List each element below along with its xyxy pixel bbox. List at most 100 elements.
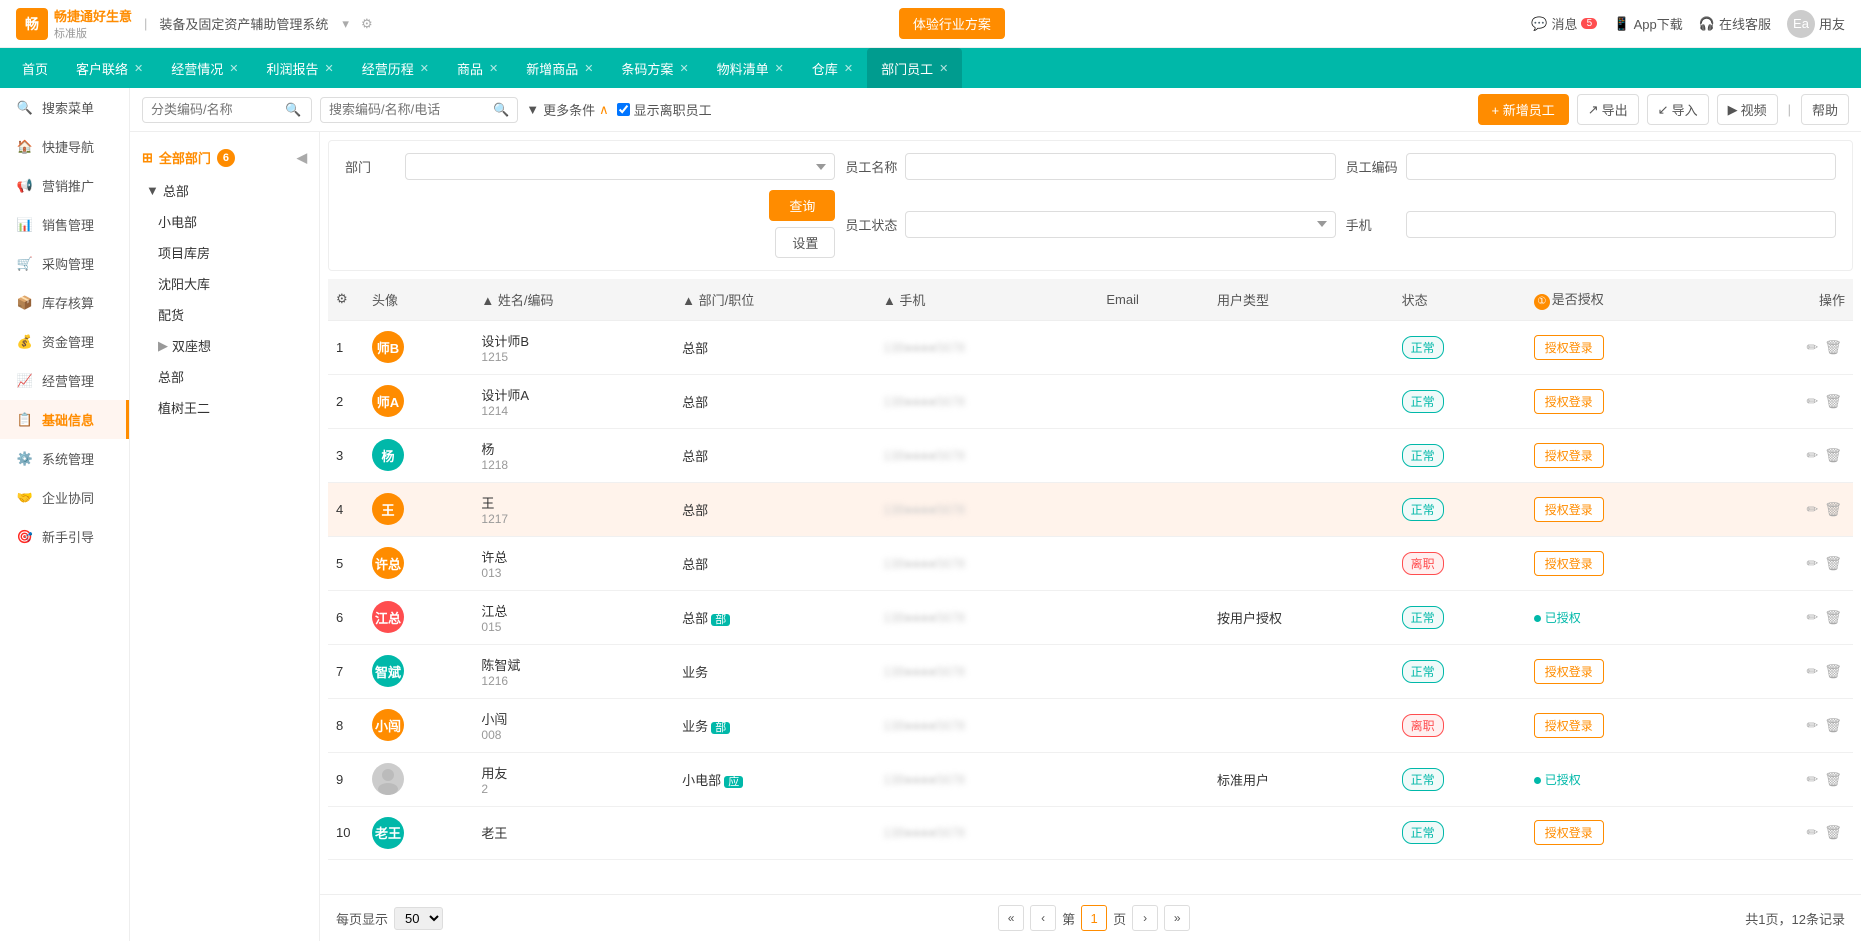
- set-button[interactable]: 设置: [775, 227, 835, 258]
- user-item[interactable]: Ea 用友: [1787, 10, 1845, 38]
- per-page-select[interactable]: 50: [394, 907, 443, 930]
- dept-select[interactable]: [405, 153, 835, 180]
- delete-icon[interactable]: 🗑: [1824, 824, 1842, 840]
- auth-button[interactable]: 授权登录: [1534, 389, 1604, 414]
- name-col[interactable]: ▲ 姓名/编码: [473, 279, 674, 320]
- tab-close-icon[interactable]: ✕: [679, 62, 688, 75]
- prev-page-btn[interactable]: ‹: [1030, 905, 1056, 931]
- phone-input[interactable]: [1406, 211, 1836, 238]
- auth-button[interactable]: 授权登录: [1534, 659, 1604, 684]
- edit-icon[interactable]: ✏: [1806, 501, 1818, 517]
- tab-close-icon[interactable]: ✕: [775, 62, 784, 75]
- edit-icon[interactable]: ✏: [1806, 771, 1818, 787]
- tab-close-icon[interactable]: ✕: [939, 62, 948, 75]
- dept-search-input[interactable]: [151, 102, 281, 117]
- employee-search-input[interactable]: [329, 102, 489, 117]
- empcode-input[interactable]: [1406, 153, 1836, 180]
- dept-tree-peihuo[interactable]: 配货: [130, 299, 319, 330]
- tab-bom[interactable]: 物料清单 ✕: [703, 48, 798, 88]
- add-employee-button[interactable]: + 新增员工: [1478, 94, 1569, 125]
- sidebar-item-sales[interactable]: 📊 销售管理: [0, 205, 129, 244]
- dept-tree-shenyang[interactable]: 沈阳大库: [130, 268, 319, 299]
- empname-input[interactable]: [905, 153, 1335, 180]
- messages-item[interactable]: 💬 消息 5: [1531, 14, 1597, 33]
- row-auth[interactable]: 授权登录: [1526, 482, 1722, 536]
- delete-icon[interactable]: 🗑: [1824, 663, 1842, 679]
- tab-home[interactable]: 首页: [8, 48, 62, 88]
- next-page-btn[interactable]: ›: [1132, 905, 1158, 931]
- auth-button[interactable]: 授权登录: [1534, 820, 1604, 845]
- tab-close-icon[interactable]: ✕: [229, 62, 238, 75]
- delete-icon[interactable]: 🗑: [1824, 717, 1842, 733]
- trial-button[interactable]: 体验行业方案: [899, 8, 1005, 39]
- more-conditions-btn[interactable]: ▼ 更多条件 ∧: [526, 100, 608, 119]
- sidebar-item-search[interactable]: 🔍 搜索菜单: [0, 88, 129, 127]
- tab-customers[interactable]: 客户联络 ✕: [62, 48, 157, 88]
- resigned-check[interactable]: [617, 103, 630, 116]
- row-auth[interactable]: 授权登录: [1526, 536, 1722, 590]
- edit-icon[interactable]: ✏: [1806, 339, 1818, 355]
- dept-tree-zongbu[interactable]: 总部: [130, 361, 319, 392]
- edit-icon[interactable]: ✏: [1806, 824, 1818, 840]
- delete-icon[interactable]: 🗑: [1824, 339, 1842, 355]
- first-page-btn[interactable]: «: [998, 905, 1024, 931]
- settings-icon[interactable]: ⚙: [361, 16, 373, 32]
- sidebar-item-finance[interactable]: 💰 资金管理: [0, 322, 129, 361]
- query-button[interactable]: 查询: [769, 190, 835, 221]
- delete-icon[interactable]: 🗑: [1824, 447, 1842, 463]
- import-button[interactable]: ↙ 导入: [1647, 94, 1709, 125]
- export-button[interactable]: ↗ 导出: [1577, 94, 1639, 125]
- row-auth[interactable]: 授权登录: [1526, 374, 1722, 428]
- tab-operations[interactable]: 经营情况 ✕: [157, 48, 252, 88]
- sidebar-item-collab[interactable]: 🤝 企业协同: [0, 478, 129, 517]
- tab-close-icon[interactable]: ✕: [325, 62, 334, 75]
- tab-profit[interactable]: 利润报告 ✕: [252, 48, 347, 88]
- tab-close-icon[interactable]: ✕: [420, 62, 429, 75]
- last-page-btn[interactable]: »: [1164, 905, 1190, 931]
- app-download-item[interactable]: 📱 App下载: [1613, 14, 1682, 33]
- edit-icon[interactable]: ✏: [1806, 717, 1818, 733]
- tab-goods[interactable]: 商品 ✕: [443, 48, 512, 88]
- edit-icon[interactable]: ✏: [1806, 393, 1818, 409]
- tab-barcode[interactable]: 条码方案 ✕: [607, 48, 702, 88]
- dept-tree-xmkf[interactable]: 项目库房: [130, 237, 319, 268]
- delete-icon[interactable]: 🗑: [1824, 501, 1842, 517]
- dropdown-icon[interactable]: ▾: [342, 16, 349, 32]
- edit-icon[interactable]: ✏: [1806, 447, 1818, 463]
- edit-icon[interactable]: ✏: [1806, 555, 1818, 571]
- collapse-icon[interactable]: ◀: [297, 150, 307, 166]
- row-auth[interactable]: 授权登录: [1526, 806, 1722, 859]
- phone-col[interactable]: ▲ 手机: [875, 279, 1098, 320]
- delete-icon[interactable]: 🗑: [1824, 555, 1842, 571]
- tab-history[interactable]: 经营历程 ✕: [348, 48, 443, 88]
- sidebar-item-mgmt[interactable]: 📈 经营管理: [0, 361, 129, 400]
- sidebar-item-basic[interactable]: 📋 基础信息: [0, 400, 129, 439]
- delete-icon[interactable]: 🗑: [1824, 609, 1842, 625]
- delete-icon[interactable]: 🗑: [1824, 771, 1842, 787]
- sidebar-item-guide[interactable]: 🎯 新手引导: [0, 517, 129, 556]
- edit-icon[interactable]: ✏: [1806, 609, 1818, 625]
- row-auth[interactable]: 授权登录: [1526, 428, 1722, 482]
- view-button[interactable]: ▶ 视频: [1717, 94, 1778, 125]
- delete-icon[interactable]: 🗑: [1824, 393, 1842, 409]
- auth-button[interactable]: 授权登录: [1534, 551, 1604, 576]
- auth-button[interactable]: 授权登录: [1534, 335, 1604, 360]
- tab-close-icon[interactable]: ✕: [489, 62, 498, 75]
- sidebar-item-marketing[interactable]: 📢 营销推广: [0, 166, 129, 205]
- sidebar-item-purchase[interactable]: 🛒 采购管理: [0, 244, 129, 283]
- tab-employees[interactable]: 部门员工 ✕: [867, 48, 962, 88]
- sidebar-item-inventory[interactable]: 📦 库存核算: [0, 283, 129, 322]
- auth-button[interactable]: 授权登录: [1534, 497, 1604, 522]
- edit-icon[interactable]: ✏: [1806, 663, 1818, 679]
- row-auth[interactable]: 授权登录: [1526, 320, 1722, 374]
- auth-button[interactable]: 授权登录: [1534, 443, 1604, 468]
- tab-close-icon[interactable]: ✕: [584, 62, 593, 75]
- tab-new-goods[interactable]: 新增商品 ✕: [512, 48, 607, 88]
- status-select[interactable]: [905, 211, 1335, 238]
- tab-warehouse[interactable]: 仓库 ✕: [798, 48, 867, 88]
- dept-tree-zhishu[interactable]: 植树王二: [130, 392, 319, 423]
- help-button[interactable]: 帮助: [1801, 94, 1849, 125]
- sidebar-item-nav[interactable]: 🏠 快捷导航: [0, 127, 129, 166]
- row-auth[interactable]: 授权登录: [1526, 698, 1722, 752]
- online-service-item[interactable]: 🎧 在线客服: [1699, 14, 1771, 33]
